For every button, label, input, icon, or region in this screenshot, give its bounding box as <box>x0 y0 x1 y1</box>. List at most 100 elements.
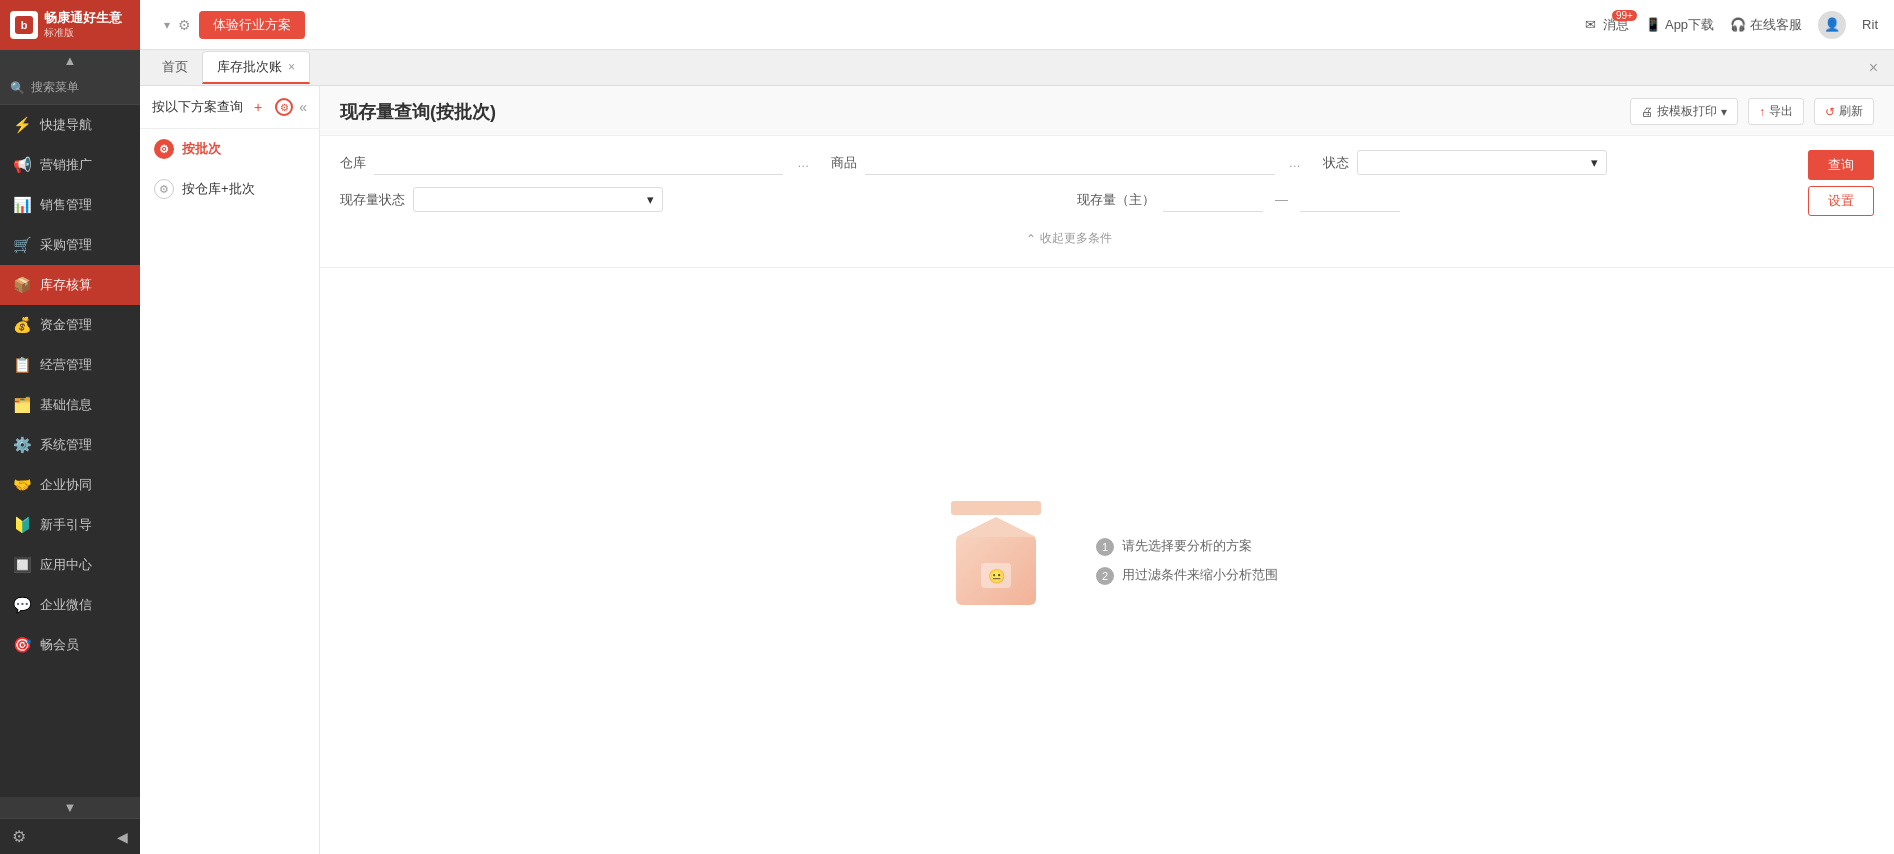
sidebar: b 畅康通好生意 标准版 ▲ 🔍 搜索菜单 ⚡ 快捷导航 📢 营销推广 📊 销售… <box>0 0 140 854</box>
step-1-num: 1 <box>1096 538 1114 556</box>
sidebar-item-marketing[interactable]: 📢 营销推广 <box>0 145 140 185</box>
stock-status-label: 现存量状态 <box>340 191 405 209</box>
sidebar-scroll-up[interactable]: ▲ <box>0 50 140 71</box>
warehouse-input[interactable] <box>374 151 783 175</box>
scheme-settings-icon: ⚙ <box>275 98 293 116</box>
tab-home[interactable]: 首页 <box>148 52 202 84</box>
product-label: 商品 <box>831 154 857 172</box>
scheme-inactive-icon: ⚙ <box>154 179 174 199</box>
left-panel-header: 按以下方案查询 + ⚙ « <box>140 86 319 129</box>
filter-row-1: 仓库 … 商品 … 状态 <box>340 150 1798 175</box>
sales-icon: 📊 <box>12 195 32 215</box>
refresh-btn[interactable]: ↺ 刷新 <box>1814 98 1874 125</box>
sidebar-item-inventory[interactable]: 📦 库存核算 <box>0 265 140 305</box>
left-panel-actions: + ⚙ « <box>247 96 307 118</box>
sidebar-item-operations[interactable]: 📋 经营管理 <box>0 345 140 385</box>
user-icon: 👤 <box>1824 17 1840 32</box>
topbar-gear-icon[interactable]: ⚙ <box>178 17 191 33</box>
sidebar-nav: ⚡ 快捷导航 📢 营销推广 📊 销售管理 🛒 采购管理 📦 库存核算 💰 资金管… <box>0 105 140 797</box>
tab-close-icon[interactable]: × <box>288 60 295 74</box>
query-btn[interactable]: 查询 <box>1808 150 1874 180</box>
purchase-icon: 🛒 <box>12 235 32 255</box>
stock-amount-min[interactable] <box>1163 188 1263 212</box>
sidebar-item-finance[interactable]: 💰 资金管理 <box>0 305 140 345</box>
stock-amount-max[interactable] <box>1300 188 1400 212</box>
step-2-text: 用过滤条件来缩小分析范围 <box>1122 566 1278 584</box>
step-1-text: 请先选择要分析的方案 <box>1122 537 1252 555</box>
panel-close-btn[interactable]: × <box>1861 59 1886 77</box>
sidebar-settings-icon[interactable]: ⚙ <box>12 827 26 846</box>
phone-icon: 📱 <box>1645 17 1661 32</box>
topbar-right: ✉ 消息 99+ 📱 App下载 🎧 在线客服 👤 Rit <box>1585 11 1878 39</box>
operations-icon: 📋 <box>12 355 32 375</box>
tab-inventory-batch[interactable]: 库存批次账 × <box>202 51 310 84</box>
messages-btn[interactable]: ✉ 消息 99+ <box>1585 16 1629 34</box>
basic-icon: 🗂️ <box>12 395 32 415</box>
sidebar-footer: ⚙ ◀ <box>0 818 140 854</box>
empty-step-2: 2 用过滤条件来缩小分析范围 <box>1096 566 1278 585</box>
refresh-icon: ↺ <box>1825 105 1835 119</box>
search-icon: 🔍 <box>10 81 25 95</box>
tab-bar: 首页 库存批次账 × × <box>140 50 1894 86</box>
right-panel: 现存量查询(按批次) 🖨 按模板打印 ▾ ↑ 导出 ↺ 刷新 <box>320 86 1894 854</box>
product-more-btn[interactable]: … <box>1283 154 1307 172</box>
print-icon: 🖨 <box>1641 105 1653 119</box>
sidebar-item-enterprise[interactable]: 🤝 企业协同 <box>0 465 140 505</box>
status-field: 状态 ▾ <box>1323 150 1798 175</box>
empty-illustration: 😐 <box>936 501 1056 621</box>
sidebar-item-basic[interactable]: 🗂️ 基础信息 <box>0 385 140 425</box>
newbie-icon: 🔰 <box>12 515 32 535</box>
sidebar-item-apps[interactable]: 🔲 应用中心 <box>0 545 140 585</box>
sidebar-collapse-icon[interactable]: ◀ <box>117 829 128 845</box>
empty-state: 😐 1 请先选择要分析的方案 2 用过滤条件来缩小分析范围 <box>320 268 1894 854</box>
sidebar-item-wechat[interactable]: 💬 企业微信 <box>0 585 140 625</box>
export-btn[interactable]: ↑ 导出 <box>1748 98 1804 125</box>
sidebar-brand: 畅康通好生意 标准版 <box>44 10 122 41</box>
warehouse-more-btn[interactable]: … <box>791 154 815 172</box>
status-select[interactable]: ▾ <box>1357 150 1607 175</box>
sidebar-search[interactable]: 🔍 搜索菜单 <box>0 71 140 105</box>
scheme-active-icon: ⚙ <box>154 139 174 159</box>
sidebar-item-sales[interactable]: 📊 销售管理 <box>0 185 140 225</box>
scheme-by-batch[interactable]: ⚙ 按批次 <box>140 129 319 169</box>
step-2-num: 2 <box>1096 567 1114 585</box>
sidebar-item-purchase[interactable]: 🛒 采购管理 <box>0 225 140 265</box>
marketing-icon: 📢 <box>12 155 32 175</box>
stock-amount-field: 现存量（主） — <box>1077 188 1798 212</box>
settings-btn[interactable]: 设置 <box>1808 186 1874 216</box>
sidebar-logo: b <box>10 11 38 39</box>
stock-status-field: 现存量状态 ▾ <box>340 187 1061 212</box>
left-panel-collapse-btn[interactable]: « <box>299 99 307 115</box>
collapse-icon: ⌃ <box>1026 232 1036 246</box>
topbar-dropdown[interactable]: ▾ <box>164 18 170 32</box>
sidebar-scroll-down[interactable]: ▼ <box>0 797 140 818</box>
print-btn[interactable]: 🖨 按模板打印 ▾ <box>1630 98 1738 125</box>
trial-btn[interactable]: 体验行业方案 <box>199 11 305 39</box>
filter-row-wrap: 仓库 … 商品 … 状态 <box>340 150 1874 253</box>
enterprise-icon: 🤝 <box>12 475 32 495</box>
online-service-btn[interactable]: 🎧 在线客服 <box>1730 16 1802 34</box>
sidebar-item-vip[interactable]: 🎯 畅会员 <box>0 625 140 665</box>
finance-icon: 💰 <box>12 315 32 335</box>
product-input[interactable] <box>865 151 1274 175</box>
collapse-more-btn[interactable]: ⌃ 收起更多条件 <box>340 224 1798 253</box>
sidebar-header: b 畅康通好生意 标准版 <box>0 0 140 50</box>
empty-text-area: 1 请先选择要分析的方案 2 用过滤条件来缩小分析范围 <box>1096 537 1278 585</box>
app-download-btn[interactable]: 📱 App下载 <box>1645 16 1714 34</box>
scheme-by-warehouse-batch[interactable]: ⚙ 按仓库+批次 <box>140 169 319 209</box>
status-dropdown-icon: ▾ <box>1591 155 1598 170</box>
page-title: 现存量查询(按批次) <box>340 100 496 124</box>
filter-fields-area: 仓库 … 商品 … 状态 <box>340 150 1798 253</box>
vip-icon: 🎯 <box>12 635 32 655</box>
content-area: 按以下方案查询 + ⚙ « ⚙ 按批次 ⚙ 按仓库+批次 现存量查询(按批次) <box>140 86 1894 854</box>
query-btn-area: 查询 设置 <box>1808 150 1874 216</box>
sidebar-item-system[interactable]: ⚙️ 系统管理 <box>0 425 140 465</box>
messages-badge: 99+ <box>1612 10 1637 21</box>
sidebar-item-shortcut[interactable]: ⚡ 快捷导航 <box>0 105 140 145</box>
user-avatar[interactable]: 👤 <box>1818 11 1846 39</box>
sidebar-item-newbie[interactable]: 🔰 新手引导 <box>0 505 140 545</box>
add-scheme-btn[interactable]: + <box>247 96 269 118</box>
filter-row-2: 现存量状态 ▾ 现存量（主） — <box>340 187 1798 212</box>
system-icon: ⚙️ <box>12 435 32 455</box>
stock-status-select[interactable]: ▾ <box>413 187 663 212</box>
